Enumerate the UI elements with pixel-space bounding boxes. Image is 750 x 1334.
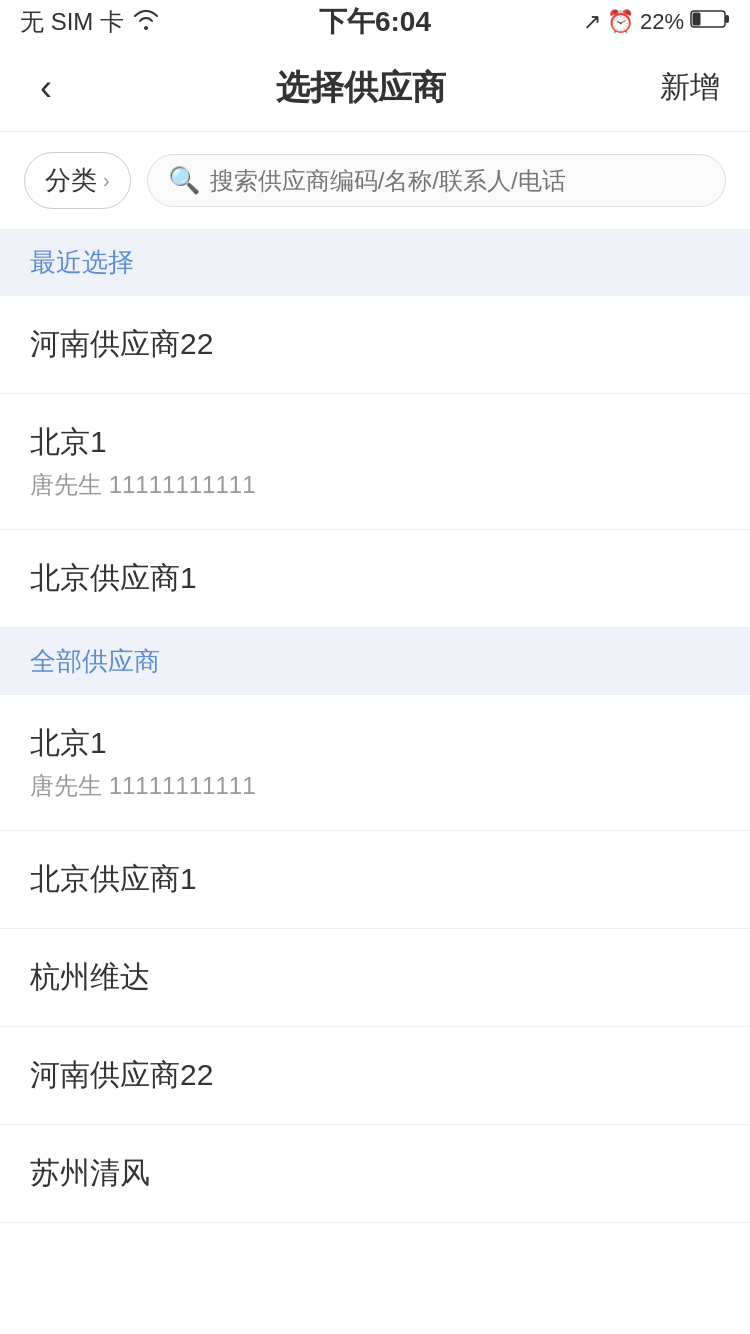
battery-icon	[690, 8, 730, 36]
nav-bar: ‹ 选择供应商 新增	[0, 44, 750, 132]
item-name: 苏州清风	[30, 1153, 720, 1194]
alarm-icon: ⏰	[607, 9, 634, 35]
recent-list: 河南供应商22 北京1 唐先生 11111111111 北京供应商1	[0, 296, 750, 628]
page-title: 选择供应商	[276, 65, 446, 111]
search-icon: 🔍	[168, 165, 200, 196]
chevron-right-icon: ›	[103, 169, 110, 192]
filter-bar: 分类 › 🔍	[0, 132, 750, 229]
all-list-item[interactable]: 河南供应商22	[0, 1027, 750, 1125]
item-name: 北京1	[30, 723, 720, 764]
category-label: 分类	[45, 163, 97, 198]
item-name: 杭州维达	[30, 957, 720, 998]
status-bar: 无 SIM 卡 下午6:04 ↗ ⏰ 22%	[0, 0, 750, 44]
search-input[interactable]	[210, 167, 705, 195]
recent-list-item[interactable]: 河南供应商22	[0, 296, 750, 394]
recent-section-header: 最近选择	[0, 229, 750, 296]
item-name: 河南供应商22	[30, 1055, 720, 1096]
location-icon: ↗	[583, 9, 601, 35]
status-time: 下午6:04	[319, 3, 431, 41]
svg-rect-1	[725, 15, 729, 23]
status-right: ↗ ⏰ 22%	[583, 8, 730, 36]
svg-rect-2	[693, 13, 701, 26]
all-list-item[interactable]: 苏州清风	[0, 1125, 750, 1223]
item-name: 北京供应商1	[30, 558, 720, 599]
back-button[interactable]: ‹	[30, 57, 62, 119]
search-box: 🔍	[147, 154, 726, 207]
item-name: 北京供应商1	[30, 859, 720, 900]
item-name: 河南供应商22	[30, 324, 720, 365]
wifi-icon	[132, 8, 160, 36]
carrier-text: 无 SIM 卡	[20, 6, 124, 38]
item-sub: 唐先生 11111111111	[30, 469, 720, 501]
all-section-header: 全部供应商	[0, 628, 750, 695]
all-section-label: 全部供应商	[30, 646, 160, 676]
all-list-item[interactable]: 杭州维达	[0, 929, 750, 1027]
add-button[interactable]: 新增	[660, 67, 720, 108]
all-list-item[interactable]: 北京1 唐先生 11111111111	[0, 695, 750, 831]
battery-text: 22%	[640, 9, 684, 35]
item-sub: 唐先生 11111111111	[30, 770, 720, 802]
recent-section-label: 最近选择	[30, 247, 134, 277]
all-list: 北京1 唐先生 11111111111 北京供应商1 杭州维达河南供应商22 苏州清风	[0, 695, 750, 1223]
category-button[interactable]: 分类 ›	[24, 152, 131, 209]
recent-list-item[interactable]: 北京供应商1	[0, 530, 750, 628]
status-left: 无 SIM 卡	[20, 6, 160, 38]
all-list-item[interactable]: 北京供应商1	[0, 831, 750, 929]
recent-list-item[interactable]: 北京1 唐先生 11111111111	[0, 394, 750, 530]
item-name: 北京1	[30, 422, 720, 463]
